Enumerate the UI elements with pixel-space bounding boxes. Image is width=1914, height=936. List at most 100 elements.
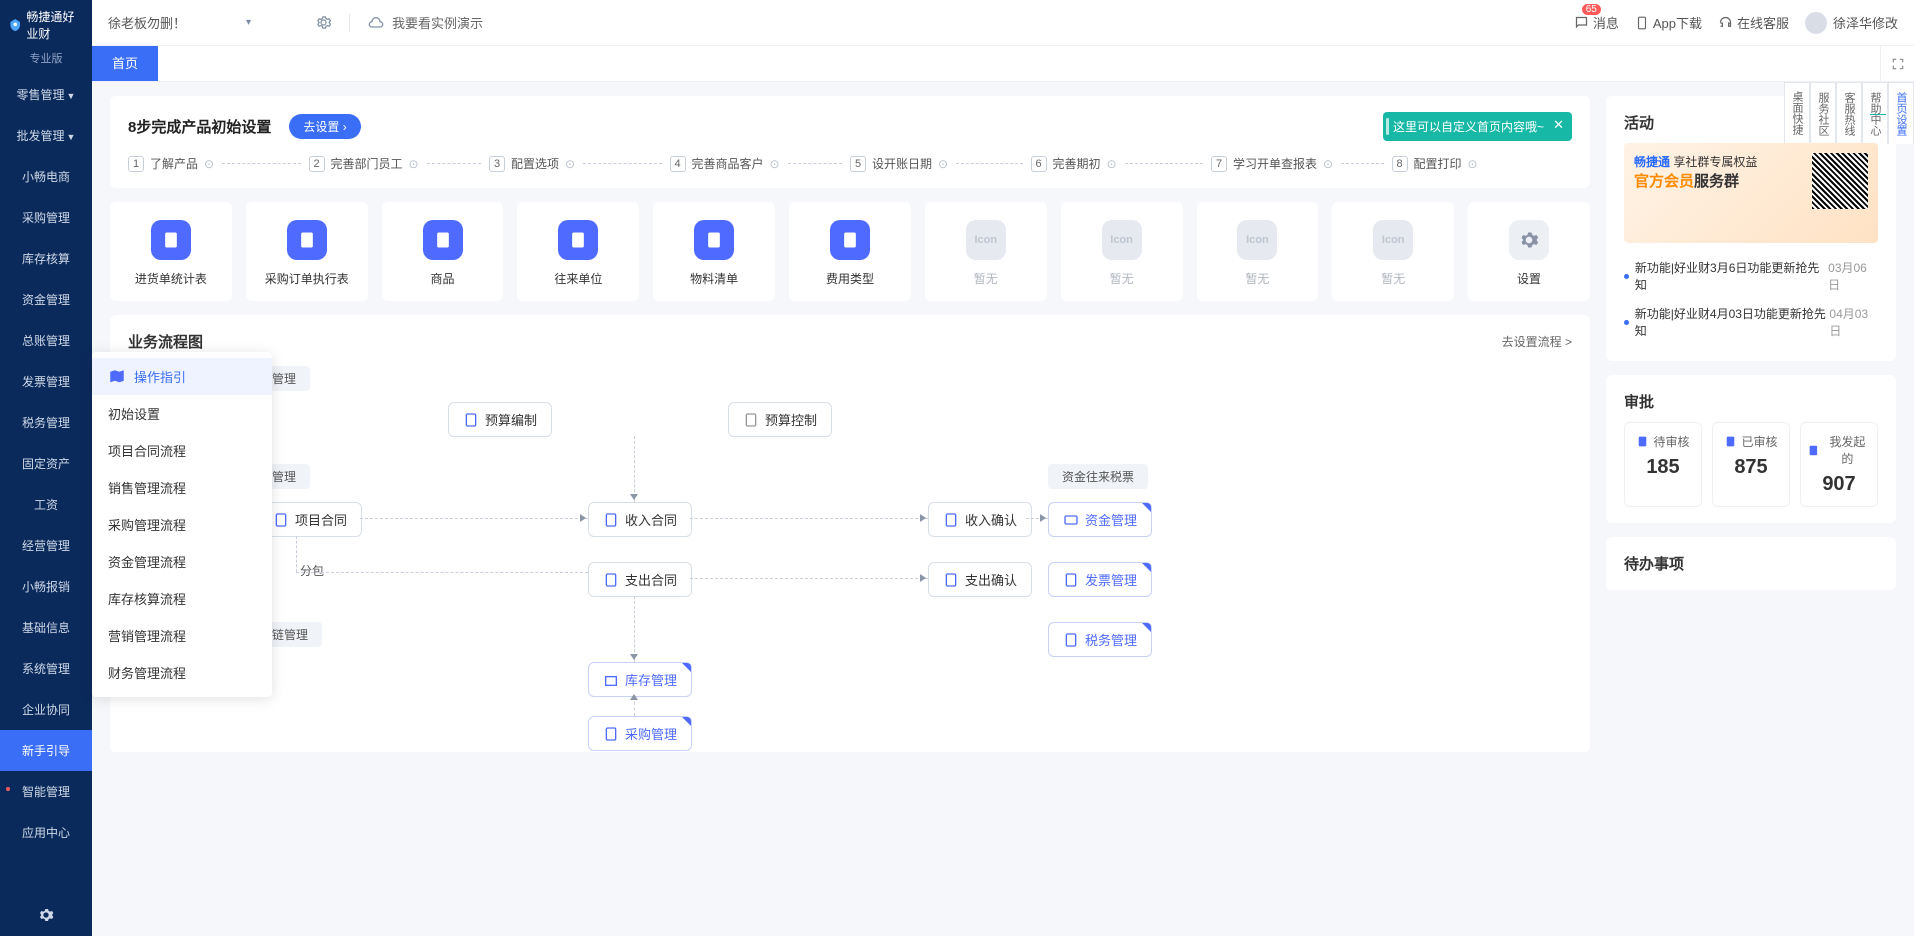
quick-tile[interactable]: Icon暂无	[1332, 202, 1454, 301]
sidebar-item[interactable]: 企业协同	[0, 689, 92, 730]
online-service-button[interactable]: 在线客服	[1718, 13, 1789, 32]
sidebar-item[interactable]: 资金管理	[0, 279, 92, 320]
sidebar-item[interactable]: 智能管理	[0, 771, 92, 812]
sidebar-item[interactable]: 经营管理	[0, 525, 92, 566]
quick-tile[interactable]: 往来单位	[517, 202, 639, 301]
flow-node-stock-mgmt[interactable]: 库存管理	[588, 662, 692, 697]
quick-tile[interactable]: Icon暂无	[1061, 202, 1183, 301]
sidebar-item[interactable]: 固定资产	[0, 443, 92, 484]
document-icon	[463, 412, 479, 428]
account-selector[interactable]: 徐老板勿删！ ▾	[108, 13, 308, 32]
setup-step[interactable]: 5设开账日期⊙	[850, 155, 1031, 172]
setup-step[interactable]: 3配置选项⊙	[489, 155, 670, 172]
quick-tile[interactable]: 物料清单	[653, 202, 775, 301]
user-menu[interactable]: 徐泽华修改	[1805, 12, 1898, 34]
quick-tile[interactable]: Icon暂无	[925, 202, 1047, 301]
sidebar-item[interactable]: 批发管理▼	[0, 115, 92, 156]
flow-node-expense-confirm[interactable]: 支出确认	[928, 562, 1032, 597]
setup-step[interactable]: 8配置打印⊙	[1392, 155, 1573, 172]
rail-item[interactable]: 桌面快捷	[1784, 82, 1810, 144]
activity-banner[interactable]: 畅捷通 享社群专属权益 官方会员服务群	[1624, 143, 1878, 243]
box-icon	[603, 672, 619, 688]
guide-item[interactable]: 销售管理流程	[92, 469, 272, 506]
rail-item[interactable]: 帮助中心	[1862, 82, 1888, 144]
document-icon	[603, 572, 619, 588]
nav-settings-button[interactable]	[0, 897, 92, 936]
flow-node-income-confirm[interactable]: 收入确认	[928, 502, 1032, 537]
play-icon: ⊙	[204, 157, 214, 171]
flow-node-fund-mgmt[interactable]: 资金管理	[1048, 502, 1152, 537]
sidebar-item[interactable]: 系统管理	[0, 648, 92, 689]
document-icon	[704, 230, 724, 250]
approve-stat[interactable]: 待审核185	[1624, 422, 1702, 507]
sidebar-item[interactable]: 应用中心	[0, 812, 92, 853]
quick-tile[interactable]: Icon暂无	[1197, 202, 1319, 301]
close-icon[interactable]: ✕	[1553, 117, 1564, 133]
approve-title: 审批	[1624, 391, 1878, 412]
setup-step[interactable]: 4完善商品客户⊙	[670, 155, 851, 172]
chevron-down-icon: ▼	[67, 91, 76, 101]
flow-node-invoice-mgmt[interactable]: 发票管理	[1048, 562, 1152, 597]
quick-tile[interactable]: 商品	[382, 202, 504, 301]
todo-title: 待办事项	[1624, 553, 1878, 574]
flow-node-budget-make[interactable]: 预算编制	[448, 402, 552, 437]
guide-item[interactable]: 营销管理流程	[92, 617, 272, 654]
flow-settings-link[interactable]: 去设置流程 >	[1502, 333, 1572, 350]
guide-head[interactable]: 操作指引	[92, 358, 272, 395]
rail-item[interactable]: 首页设置	[1888, 82, 1914, 144]
flow-node-purchase-mgmt[interactable]: 采购管理	[588, 716, 692, 751]
play-icon: ⊙	[1468, 157, 1478, 171]
setup-step[interactable]: 1了解产品⊙	[128, 155, 309, 172]
sidebar-item[interactable]: 发票管理	[0, 361, 92, 402]
sidebar-item[interactable]: 工资	[0, 484, 92, 525]
app-download-button[interactable]: App下载	[1635, 13, 1702, 32]
quick-tile[interactable]: 进货单统计表	[110, 202, 232, 301]
rail-item[interactable]: 客服热线	[1836, 82, 1862, 144]
tab-home[interactable]: 首页	[92, 46, 158, 81]
document-icon	[297, 230, 317, 250]
setup-step[interactable]: 2完善部门员工⊙	[309, 155, 490, 172]
content: 首页设置帮助中心客服热线服务社区桌面快捷 8步完成产品初始设置 去设置 › 这里…	[92, 82, 1914, 936]
flow-node-expense-contract[interactable]: 支出合同	[588, 562, 692, 597]
flow-node-budget-ctrl[interactable]: 预算控制	[728, 402, 832, 437]
document-icon	[433, 230, 453, 250]
sidebar-item[interactable]: 小畅电商	[0, 156, 92, 197]
sidebar-item[interactable]: 基础信息	[0, 607, 92, 648]
guide-item[interactable]: 采购管理流程	[92, 506, 272, 543]
play-icon: ⊙	[938, 157, 948, 171]
messages-button[interactable]: 消息 65	[1574, 13, 1619, 32]
sidebar-item[interactable]: 零售管理▼	[0, 74, 92, 115]
quick-tile[interactable]: 设置	[1468, 202, 1590, 301]
sidebar-item[interactable]: 新手引导	[0, 730, 92, 771]
setup-step[interactable]: 6完善期初⊙	[1031, 155, 1212, 172]
news-item[interactable]: 新功能|好业财3月6日功能更新抢先知03月06日	[1624, 253, 1878, 299]
quick-tile[interactable]: 采购订单执行表	[246, 202, 368, 301]
guide-item[interactable]: 资金管理流程	[92, 543, 272, 580]
play-icon: ⊙	[1323, 157, 1333, 171]
guide-item[interactable]: 库存核算流程	[92, 580, 272, 617]
flow-node-tax-mgmt[interactable]: 税务管理	[1048, 622, 1152, 657]
demo-link[interactable]: 我要看实例演示	[392, 13, 483, 32]
sidebar-item[interactable]: 库存核算	[0, 238, 92, 279]
guide-item[interactable]: 项目合同流程	[92, 432, 272, 469]
sidebar-item[interactable]: 小畅报销	[0, 566, 92, 607]
config-icon-button[interactable]	[316, 15, 331, 30]
quick-tile[interactable]: 费用类型	[789, 202, 911, 301]
sidebar-item[interactable]: 税务管理	[0, 402, 92, 443]
approve-stat[interactable]: 我发起的907	[1800, 422, 1878, 507]
fullscreen-button[interactable]	[1880, 46, 1914, 81]
gear-icon	[316, 15, 331, 30]
sidebar-item[interactable]: 总账管理	[0, 320, 92, 361]
guide-item[interactable]: 财务管理流程	[92, 654, 272, 691]
setup-step[interactable]: 7学习开单查报表⊙	[1211, 155, 1392, 172]
rail-item[interactable]: 服务社区	[1810, 82, 1836, 144]
news-item[interactable]: 新功能|好业财4月03日功能更新抢先知04月03日	[1624, 299, 1878, 345]
go-setup-button[interactable]: 去设置 ›	[289, 114, 360, 139]
guide-item[interactable]: 初始设置	[92, 395, 272, 432]
sidebar-item[interactable]: 采购管理	[0, 197, 92, 238]
flow-node-proj-contract[interactable]: 项目合同	[258, 502, 362, 537]
play-icon: ⊙	[1107, 157, 1117, 171]
flow-node-income-contract[interactable]: 收入合同	[588, 502, 692, 537]
logo[interactable]: 畅捷通好业财	[0, 0, 92, 50]
approve-stat[interactable]: 已审核875	[1712, 422, 1790, 507]
